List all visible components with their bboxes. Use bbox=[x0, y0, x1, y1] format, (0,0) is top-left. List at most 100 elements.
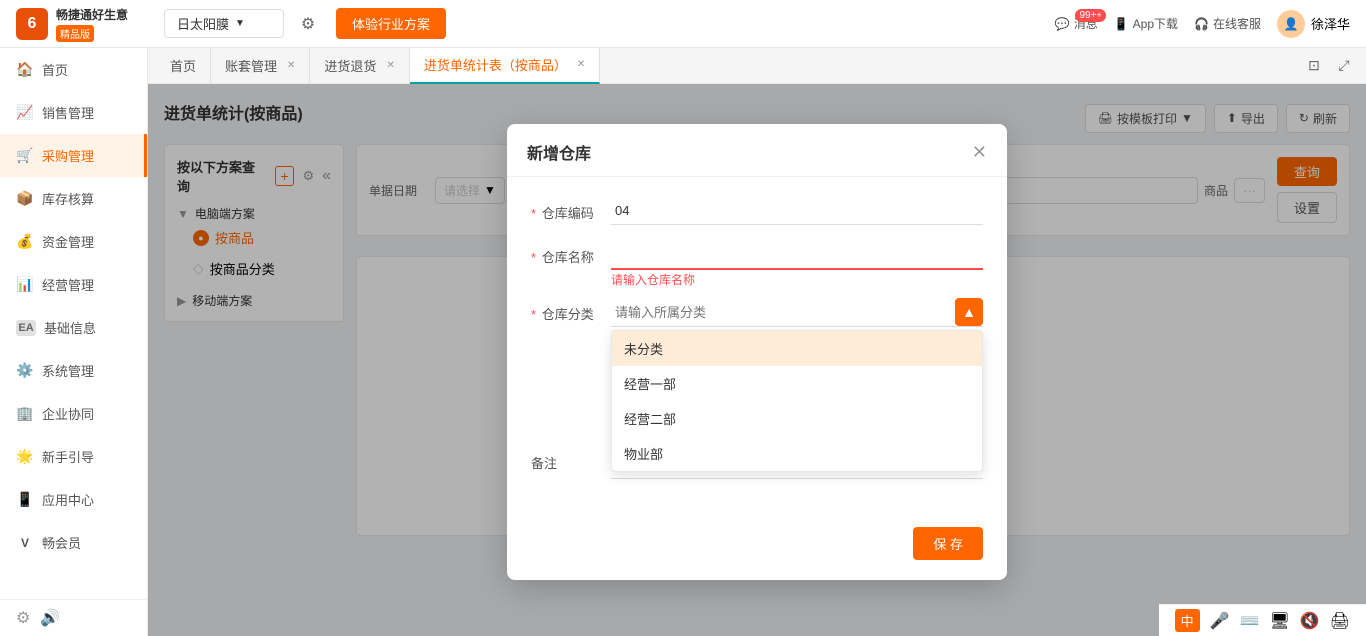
sidebar-item-sales[interactable]: 📈 销售管理 bbox=[0, 91, 147, 134]
dialog-footer: 保 存 bbox=[507, 515, 1007, 580]
add-warehouse-dialog: 新增仓库 ✕ * 仓库编码 bbox=[507, 124, 1007, 580]
tab-purchase-return-label: 进货退货 bbox=[324, 56, 376, 75]
name-input[interactable] bbox=[611, 241, 983, 270]
category-input[interactable] bbox=[611, 299, 955, 326]
guide-icon: 🌟 bbox=[16, 448, 34, 466]
page-content: 进货单统计(按商品) 🖨 按模板打印 ▼ ⬆ 导出 ↻ 刷新 bbox=[148, 84, 1366, 636]
inventory-icon: 📦 bbox=[16, 190, 34, 208]
phone-icon: 📱 bbox=[1114, 17, 1129, 31]
tab-expand-icon[interactable]: ⤢ bbox=[1330, 52, 1358, 80]
main-layout: 🏠 首页 📈 销售管理 🛒 采购管理 📦 库存核算 💰 资金管理 📊 经营管理 … bbox=[0, 48, 1366, 636]
store-chevron-icon: ▼ bbox=[235, 18, 245, 29]
tab-right-buttons: ⊡ ⤢ bbox=[1300, 52, 1358, 80]
dropdown-item-dept2[interactable]: 经营二部 bbox=[612, 401, 982, 436]
category-container: ▲ 未分类 经营一部 经营二部 物业部 bbox=[611, 298, 983, 327]
sidebar: 🏠 首页 📈 销售管理 🛒 采购管理 📦 库存核算 💰 资金管理 📊 经营管理 … bbox=[0, 48, 148, 636]
speaker-icon[interactable]: 🔊 bbox=[40, 608, 60, 628]
content-area: 首页 账套管理 ✕ 进货退货 ✕ 进货单统计表（按商品） ✕ ⊡ ⤢ 进货单统计… bbox=[148, 48, 1366, 636]
dialog-body: * 仓库编码 * 仓库名称 请输入仓库名称 bbox=[507, 177, 1007, 515]
tab-purchase-return[interactable]: 进货退货 ✕ bbox=[310, 48, 409, 84]
sidebar-item-app[interactable]: 📱 应用中心 bbox=[0, 478, 147, 521]
printer-icon[interactable]: 🖨 bbox=[1330, 611, 1350, 631]
form-name-label: * 仓库名称 bbox=[531, 241, 611, 266]
code-input[interactable] bbox=[611, 197, 983, 225]
store-name: 日太阳膜 bbox=[177, 14, 229, 33]
header-right: 💬 消息 99++ 📱 App下载 🎧 在线客服 👤 徐泽华 bbox=[1055, 10, 1350, 38]
operations-icon: 📊 bbox=[16, 276, 34, 294]
sidebar-item-finance[interactable]: 💰 资金管理 bbox=[0, 220, 147, 263]
sidebar-item-operations[interactable]: 📊 经营管理 bbox=[0, 263, 147, 306]
tab-purchase-stat-close-icon[interactable]: ✕ bbox=[577, 59, 585, 70]
enterprise-icon: 🏢 bbox=[16, 405, 34, 423]
sidebar-item-enterprise[interactable]: 🏢 企业协同 bbox=[0, 392, 147, 435]
keyboard-icon[interactable]: ⌨️ bbox=[1240, 611, 1260, 631]
try-button[interactable]: 体验行业方案 bbox=[336, 8, 446, 39]
tab-purchase-stat-label: 进货单统计表（按商品） bbox=[424, 55, 567, 74]
tab-home[interactable]: 首页 bbox=[156, 48, 211, 84]
sidebar-item-label: 销售管理 bbox=[42, 103, 94, 122]
lang-indicator[interactable]: 中 bbox=[1175, 609, 1200, 632]
settings-icon[interactable]: ⚙ bbox=[292, 8, 324, 40]
tab-restore-icon[interactable]: ⊡ bbox=[1300, 52, 1328, 80]
username-label: 徐泽华 bbox=[1311, 14, 1350, 33]
mute-icon[interactable]: 🔇 bbox=[1300, 611, 1320, 631]
sidebar-item-home[interactable]: 🏠 首页 bbox=[0, 48, 147, 91]
category-arrow-icon[interactable]: ▲ bbox=[955, 298, 983, 326]
app-download-button[interactable]: 📱 App下载 bbox=[1114, 15, 1178, 32]
monitor-icon[interactable]: 🖥 bbox=[1269, 611, 1289, 631]
sidebar-item-label: 采购管理 bbox=[42, 146, 94, 165]
sidebar-item-label: 新手引导 bbox=[42, 447, 94, 466]
save-button[interactable]: 保 存 bbox=[913, 527, 983, 560]
form-code-label: * 仓库编码 bbox=[531, 197, 611, 222]
message-icon: 💬 bbox=[1055, 17, 1070, 31]
app-icon: 📱 bbox=[16, 491, 34, 509]
home-tab-label: 首页 bbox=[170, 56, 196, 75]
sidebar-item-label: 企业协同 bbox=[42, 404, 94, 423]
mic-icon[interactable]: 🎤 bbox=[1210, 611, 1230, 631]
dropdown-item-none[interactable]: 未分类 bbox=[612, 331, 982, 366]
form-category-label: * 仓库分类 bbox=[531, 298, 611, 323]
home-icon: 🏠 bbox=[16, 61, 34, 79]
sidebar-item-purchase[interactable]: 🛒 采购管理 bbox=[0, 134, 147, 177]
tab-accounts-label: 账套管理 bbox=[225, 56, 277, 75]
form-name-row: * 仓库名称 请输入仓库名称 bbox=[531, 241, 983, 270]
tab-accounts[interactable]: 账套管理 ✕ bbox=[211, 48, 310, 84]
sidebar-item-label: 资金管理 bbox=[42, 232, 94, 251]
dropdown-item-dept3[interactable]: 物业部 bbox=[612, 436, 982, 471]
headset-icon: 🎧 bbox=[1194, 17, 1209, 31]
messages-badge: 99++ bbox=[1075, 9, 1105, 22]
sidebar-item-label: 应用中心 bbox=[42, 490, 94, 509]
online-service-button[interactable]: 🎧 在线客服 bbox=[1194, 15, 1261, 32]
sidebar-item-inventory[interactable]: 📦 库存核算 bbox=[0, 177, 147, 220]
dialog-overlay: 新增仓库 ✕ * 仓库编码 bbox=[148, 84, 1366, 636]
online-service-label: 在线客服 bbox=[1213, 15, 1261, 32]
sidebar-item-label: 基础信息 bbox=[44, 318, 96, 337]
brand-name: 畅捷通好生意 bbox=[56, 6, 128, 23]
sidebar-item-guide[interactable]: 🌟 新手引导 bbox=[0, 435, 147, 478]
category-input-wrap: ▲ bbox=[611, 298, 983, 327]
sidebar-item-member[interactable]: V 畅会员 bbox=[0, 521, 147, 564]
tab-purchase-stat[interactable]: 进货单统计表（按商品） ✕ bbox=[410, 48, 600, 84]
settings-bottom-icon[interactable]: ⚙ bbox=[16, 608, 30, 628]
sidebar-item-basic[interactable]: EA 基础信息 bbox=[0, 306, 147, 349]
store-selector[interactable]: 日太阳膜 ▼ bbox=[164, 9, 284, 38]
sidebar-item-label: 经营管理 bbox=[42, 275, 94, 294]
tab-accounts-close-icon[interactable]: ✕ bbox=[287, 60, 295, 71]
sidebar-item-system[interactable]: ⚙️ 系统管理 bbox=[0, 349, 147, 392]
sidebar-item-label: 畅会员 bbox=[42, 533, 81, 552]
dropdown-item-dept1[interactable]: 经营一部 bbox=[612, 366, 982, 401]
avatar: 👤 bbox=[1277, 10, 1305, 38]
tab-purchase-return-close-icon[interactable]: ✕ bbox=[386, 60, 394, 71]
user-menu[interactable]: 👤 徐泽华 bbox=[1277, 10, 1350, 38]
sidebar-bottom: ⚙ 🔊 bbox=[0, 599, 147, 636]
sidebar-item-label: 首页 bbox=[42, 60, 68, 79]
sales-icon: 📈 bbox=[16, 104, 34, 122]
bottom-bar: 中 🎤 ⌨️ 🖥 🔇 🖨 bbox=[1159, 604, 1366, 636]
form-note-label: 备注 bbox=[531, 447, 611, 472]
logo-area: 6 畅捷通好生意 精品版 bbox=[16, 6, 164, 42]
dialog-close-icon[interactable]: ✕ bbox=[972, 143, 987, 161]
brand-badge: 精品版 bbox=[56, 25, 94, 42]
messages-button[interactable]: 💬 消息 99++ bbox=[1055, 15, 1098, 32]
form-code-row: * 仓库编码 bbox=[531, 197, 983, 225]
name-error-message: 请输入仓库名称 bbox=[611, 271, 695, 288]
